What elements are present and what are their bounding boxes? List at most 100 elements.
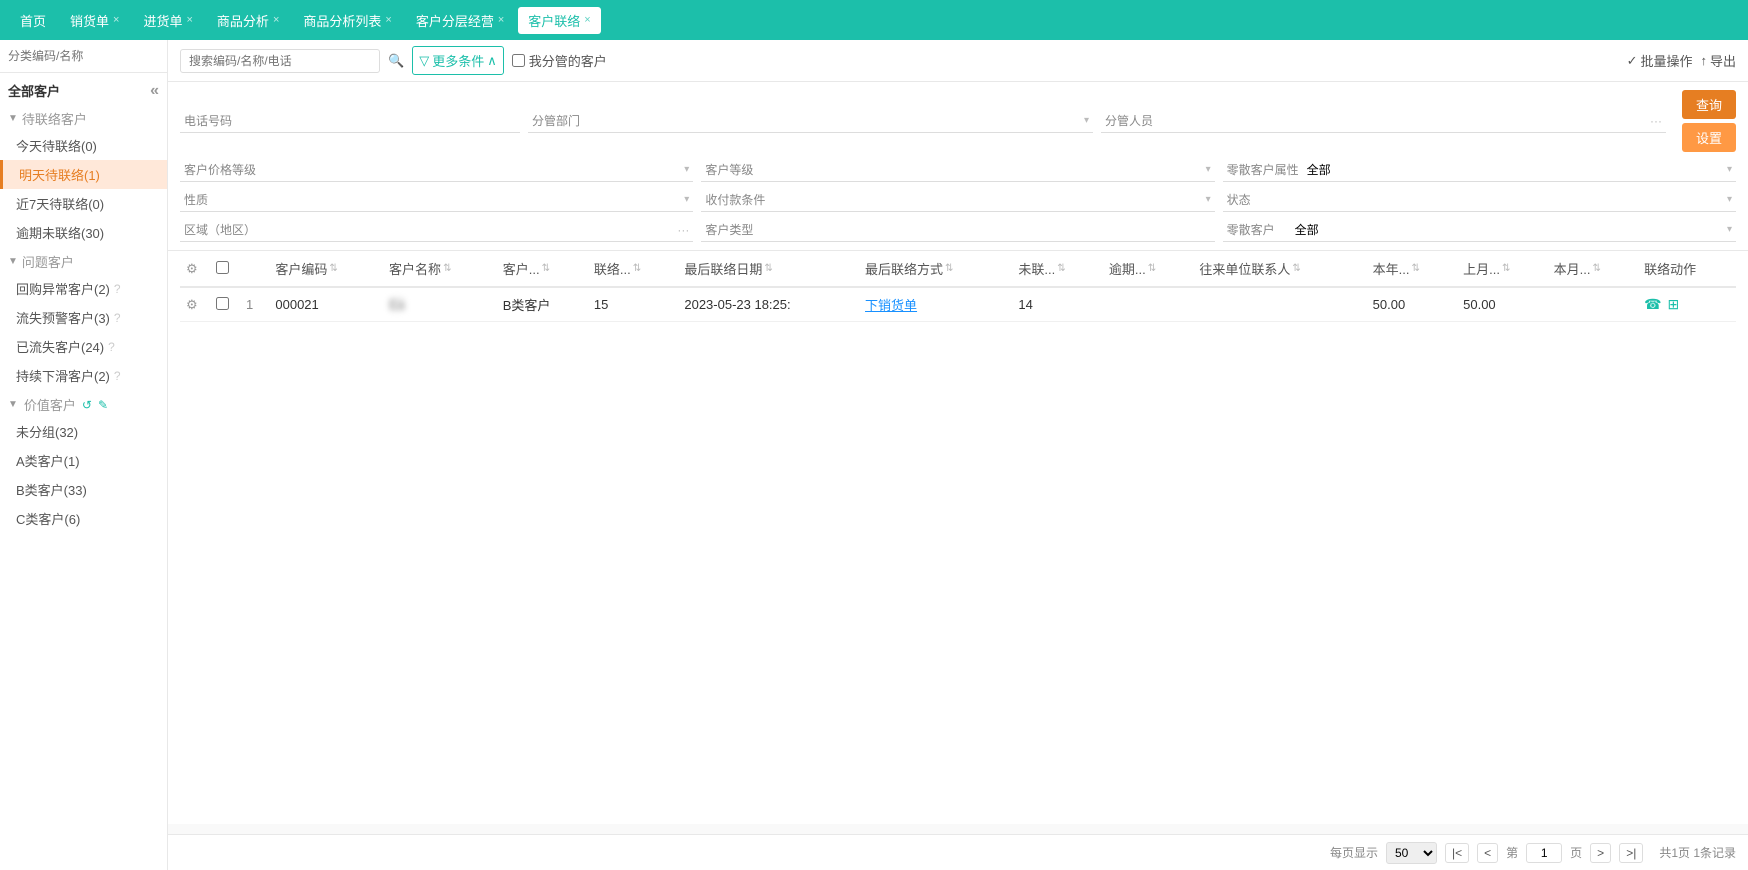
nav-product-analysis-list[interactable]: 商品分析列表 × (293, 7, 401, 34)
row-last-contact-method: 下销货单 (859, 287, 1012, 322)
value-group-edit-icon[interactable]: ✎ (98, 398, 108, 412)
filter-search-icon[interactable]: 🔍 (388, 53, 404, 69)
chevron-up-icon: ∧ (487, 53, 497, 69)
th-last-contact-date: 最后联络日期 ⇅ (678, 251, 859, 287)
filter-search-input[interactable] (180, 49, 380, 73)
manager-dots-icon[interactable]: ··· (1650, 114, 1662, 128)
gear-settings-icon[interactable]: ⚙ (186, 261, 198, 276)
nav-sales-order[interactable]: 销货单 × (60, 7, 129, 34)
sidebar-item-overdue-no-contact[interactable]: 逾期未联络(30) (0, 218, 167, 247)
sidebar-item-class-a[interactable]: A类客户(1) (0, 446, 167, 475)
customer-level-dropdown-icon[interactable]: ▾ (1206, 164, 1211, 175)
page-size-label: 每页显示 (1330, 844, 1378, 861)
select-all-checkbox[interactable] (216, 261, 229, 274)
nav-close-purchase-order[interactable]: × (186, 14, 192, 26)
adv-field-status: 状态 ▾ (1223, 188, 1736, 212)
row-gear-icon[interactable]: ⚙ (180, 287, 210, 322)
next-page-btn[interactable]: > (1590, 843, 1611, 863)
price-level-dropdown-icon[interactable]: ▾ (684, 164, 689, 175)
table-header-row: ⚙ 客户编码 ⇅ (180, 251, 1736, 287)
adv-filter-row-3: 性质 ▾ 收付款条件 ▾ 状态 ▾ (180, 188, 1736, 212)
sidebar-item-churn-warning[interactable]: 流失预警客户(3) ? (0, 303, 167, 332)
nav-close-customer-contact[interactable]: × (584, 14, 590, 26)
nav-product-analysis[interactable]: 商品分析 × (207, 7, 289, 34)
last-contact-method-link[interactable]: 下销货单 (865, 298, 917, 313)
page-number-input[interactable] (1526, 843, 1562, 863)
sidebar-item-abnormal-repurchase[interactable]: 回购异常客户(2) ? (0, 274, 167, 303)
sort-icon-no-contact: ⇅ (1057, 263, 1065, 274)
retail-attr-dropdown-icon[interactable]: ▾ (1727, 164, 1732, 175)
nav-customer-contact[interactable]: 客户联络 × (518, 7, 600, 34)
nav-close-sales-order[interactable]: × (113, 14, 119, 26)
nav-close-customer-layering[interactable]: × (498, 14, 504, 26)
export-btn[interactable]: ↑ 导出 (1700, 51, 1736, 70)
row-type: B类客户 (497, 287, 588, 322)
th-this-year: 本年... ⇅ (1367, 251, 1457, 287)
page-size-select[interactable]: 50 100 (1386, 842, 1437, 864)
sidebar-item-class-c[interactable]: C类客户(6) (0, 504, 167, 533)
help-icon-4: ? (114, 369, 121, 383)
status-dropdown-icon[interactable]: ▾ (1727, 194, 1732, 205)
th-gear: ⚙ (180, 251, 210, 287)
filter-bar: 🔍 ▽ 更多条件 ∧ 我分管的客户 ✓ 批量操作 ↑ 导出 (168, 40, 1748, 82)
sidebar-search-input[interactable] (8, 49, 163, 63)
sidebar-item-declining[interactable]: 持续下滑客户(2) ? (0, 361, 167, 390)
my-customers-checkbox-label[interactable]: 我分管的客户 (512, 51, 607, 70)
table-horizontal-scrollbar[interactable] (168, 824, 1748, 834)
payment-terms-dropdown-icon[interactable]: ▾ (1206, 194, 1211, 205)
last-page-btn[interactable]: >| (1619, 843, 1643, 863)
row-last-month: 50.00 (1457, 287, 1547, 322)
value-group-refresh-icon[interactable]: ↺ (82, 398, 92, 412)
sidebar-search-area: 🔍 (0, 40, 167, 73)
nav-close-product-analysis-list[interactable]: × (385, 14, 391, 26)
more-conditions-btn[interactable]: ▽ 更多条件 ∧ (412, 46, 504, 75)
row-no-contact: 14 (1012, 287, 1102, 322)
adv-filter-row-2: 客户价格等级 ▾ 客户等级 ▾ 零散客户属性 全部 ▾ (180, 158, 1736, 182)
main-layout: 🔍 全部客户 « 待联络客户 今天待联络(0) 明天待联络(1) 近7天待联络(… (0, 40, 1748, 870)
nav-close-product-analysis[interactable]: × (273, 14, 279, 26)
batch-operation-btn[interactable]: ✓ 批量操作 (1627, 51, 1693, 70)
th-last-month: 上月... ⇅ (1457, 251, 1547, 287)
action-phone-icon[interactable]: ☎ (1644, 296, 1661, 313)
row-name-blurred: Ea (389, 297, 405, 312)
sidebar-item-class-b[interactable]: B类客户(33) (0, 475, 167, 504)
first-page-btn[interactable]: |< (1445, 843, 1469, 863)
row-this-year: 50.00 (1367, 287, 1457, 322)
sidebar-item-tomorrow-pending[interactable]: 明天待联络(1) (0, 160, 167, 189)
adv-action-buttons: 查询 设置 (1682, 90, 1736, 152)
dept-dropdown-icon[interactable]: ▾ (1084, 115, 1089, 126)
row-unit-contact (1193, 287, 1366, 322)
th-last-contact-method: 最后联络方式 ⇅ (859, 251, 1012, 287)
sort-icon-this-month: ⇅ (1592, 263, 1600, 274)
nav-home[interactable]: 首页 (10, 7, 56, 34)
adv-field-gender: 性质 ▾ (180, 188, 693, 212)
nav-purchase-order[interactable]: 进货单 × (133, 7, 202, 34)
th-action: 联络动作 (1638, 251, 1736, 287)
my-customers-checkbox[interactable] (512, 54, 525, 67)
check-icon: ✓ (1627, 53, 1638, 69)
region-dots-icon[interactable]: ··· (677, 223, 689, 237)
row-contact: 15 (588, 287, 678, 322)
sidebar-item-churned[interactable]: 已流失客户(24) ? (0, 332, 167, 361)
adv-filter-row-4: 区域（地区） ··· 客户类型 零散客户 全部 ▾ (180, 218, 1736, 242)
settings-button[interactable]: 设置 (1682, 123, 1736, 152)
nav-customer-layering[interactable]: 客户分层经营 × (406, 7, 514, 34)
gender-dropdown-icon[interactable]: ▾ (684, 194, 689, 205)
sidebar-item-today-pending[interactable]: 今天待联络(0) (0, 131, 167, 160)
query-button[interactable]: 查询 (1682, 90, 1736, 119)
sort-icon-code: ⇅ (329, 263, 337, 274)
advanced-filter-panel: 电话号码 分管部门 ▾ 分管人员 ··· 查询 设置 (168, 82, 1748, 251)
sidebar-item-ungrouped[interactable]: 未分组(32) (0, 417, 167, 446)
sidebar-item-7days-pending[interactable]: 近7天待联络(0) (0, 189, 167, 218)
sidebar-collapse-icon[interactable]: « (150, 82, 159, 100)
prev-page-btn[interactable]: < (1477, 843, 1498, 863)
th-no-contact: 未联... ⇅ (1012, 251, 1102, 287)
action-more-icon[interactable]: ⊞ (1668, 296, 1680, 313)
row-checkbox[interactable] (216, 297, 229, 310)
row-checkbox-cell (210, 287, 240, 322)
phone-input[interactable] (252, 114, 516, 128)
adv-field-region: 区域（地区） ··· (180, 218, 693, 242)
th-code: 客户编码 ⇅ (269, 251, 383, 287)
sort-icon-this-year: ⇅ (1411, 263, 1419, 274)
retail-customer-dropdown-icon[interactable]: ▾ (1727, 224, 1732, 235)
